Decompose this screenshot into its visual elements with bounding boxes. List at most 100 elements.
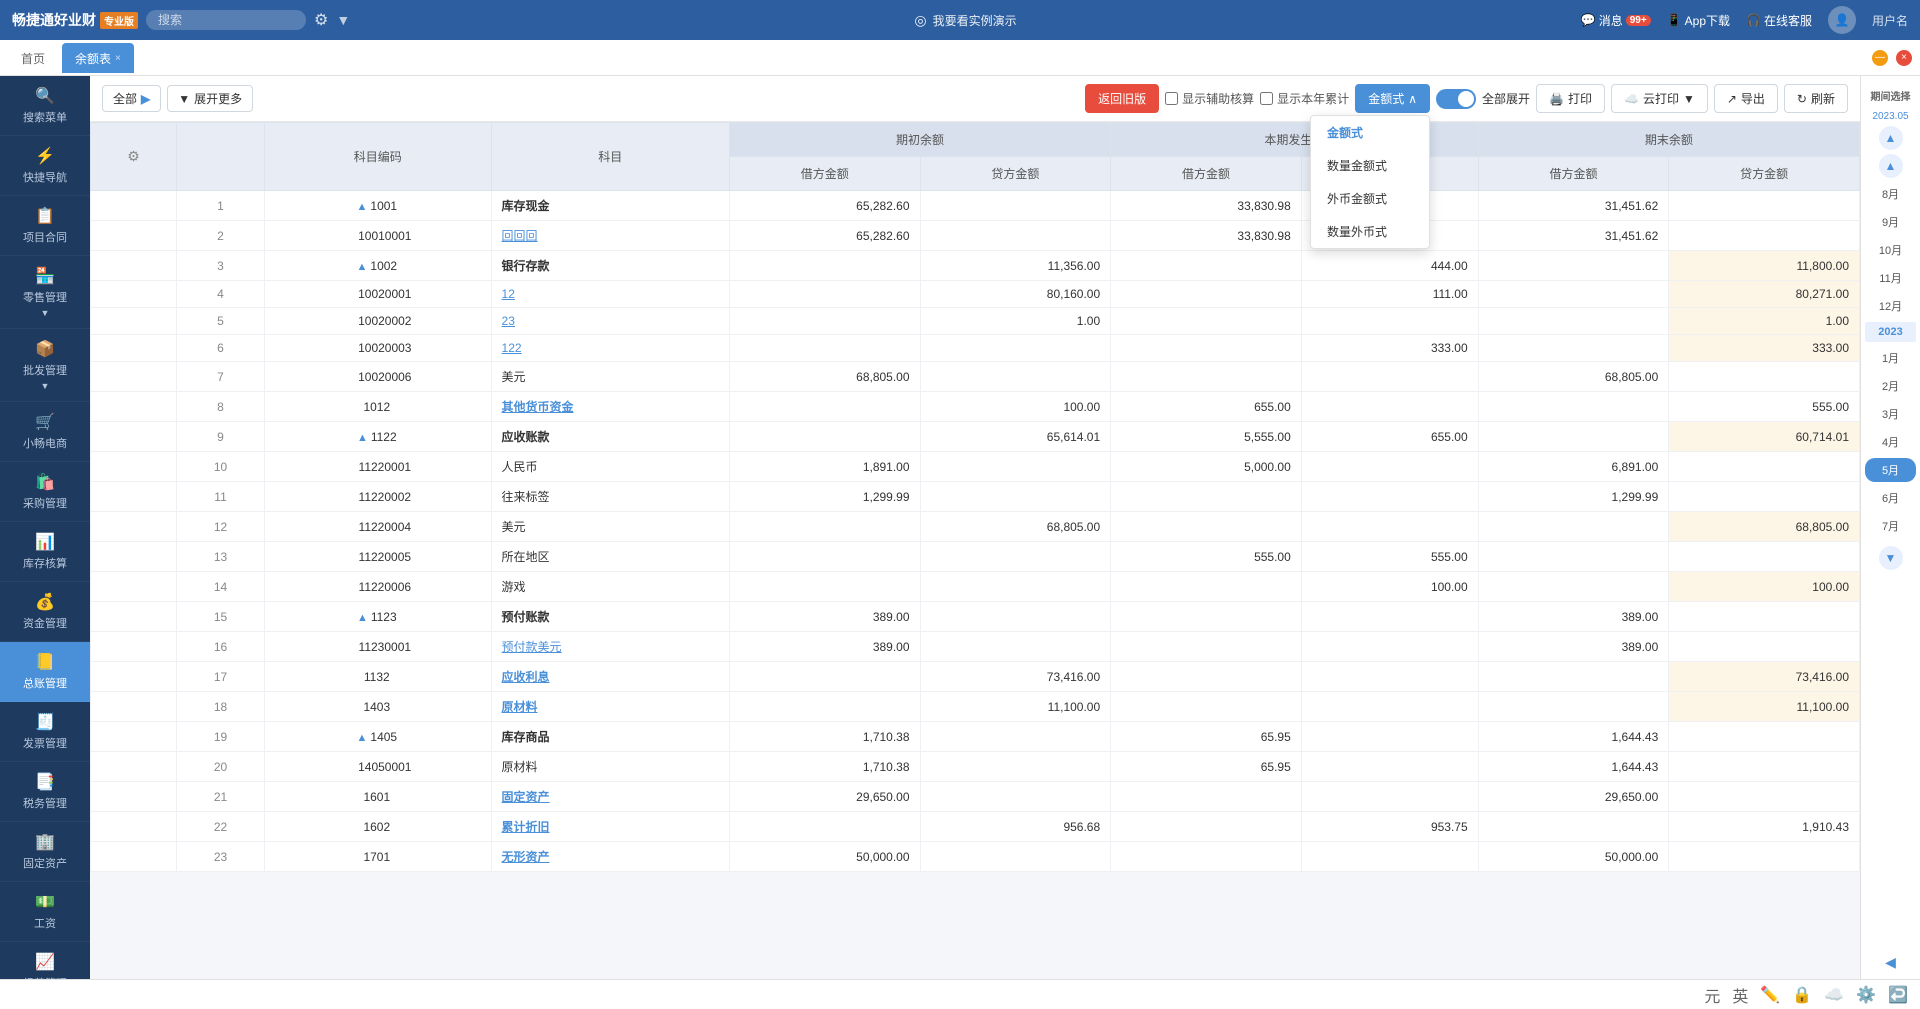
sidebar-item-quick-nav[interactable]: ⚡ 快捷导航	[0, 136, 90, 196]
undo-icon[interactable]: ↩️	[1888, 985, 1908, 1005]
sidebar-item-inventory[interactable]: 📊 库存核算	[0, 522, 90, 582]
lang-icon[interactable]: 英	[1732, 983, 1748, 1007]
message-btn[interactable]: 💬 消息 99+	[1581, 12, 1651, 29]
period-mar[interactable]: 3月	[1865, 402, 1916, 426]
subject-code: 1701	[265, 842, 492, 872]
subject-name[interactable]: 回回回	[491, 221, 729, 251]
settings-icon[interactable]: ⚙	[314, 10, 328, 30]
top-search-input[interactable]	[146, 10, 306, 30]
tab-close-icon[interactable]: ×	[115, 53, 121, 64]
demo-link[interactable]: ◎ 我要看实例演示	[914, 12, 1016, 29]
cloud-print-btn[interactable]: ☁️ 云打印 ▼	[1611, 84, 1708, 113]
period-2023[interactable]: 2023	[1865, 322, 1916, 342]
sidebar-item-ecomm[interactable]: 🛒 小畅电商	[0, 402, 90, 462]
config-icon[interactable]: ⚙️	[1856, 985, 1876, 1005]
amount-cell	[729, 281, 920, 308]
sidebar-item-operations[interactable]: 📈 经营管理	[0, 942, 90, 979]
sidebar-item-accounting[interactable]: 📒 总账管理	[0, 642, 90, 702]
top-bar-right: 💬 消息 99+ 📱 App下载 🎧 在线客服 👤 用户名	[1581, 6, 1908, 34]
amount-cell	[1478, 692, 1669, 722]
subject-name[interactable]: 应收利息	[491, 662, 729, 692]
period-nav-up[interactable]: ▲	[1879, 126, 1903, 150]
period-nov[interactable]: 11月	[1865, 266, 1916, 290]
amount-cell	[1301, 662, 1478, 692]
amount-cell: 80,271.00	[1669, 281, 1860, 308]
yuan-icon[interactable]: 元	[1704, 983, 1720, 1007]
amount-style-btn[interactable]: 金额式 ∧	[1355, 84, 1430, 113]
print-btn[interactable]: 🖨️ 打印	[1536, 84, 1605, 113]
sidebar-item-wholesale[interactable]: 📦 批发管理 ▼	[0, 329, 90, 402]
col-settings-header[interactable]: ⚙	[91, 123, 177, 191]
sidebar-item-search-menu[interactable]: 🔍 搜索菜单	[0, 76, 90, 136]
dropdown-item-amount[interactable]: 金额式	[1311, 116, 1429, 149]
sidebar-item-project[interactable]: 📋 项目合同	[0, 196, 90, 256]
lock-icon[interactable]: 🔒	[1792, 985, 1812, 1005]
subject-name[interactable]: 其他货币资金	[491, 392, 729, 422]
sidebar-item-tax[interactable]: 📑 税务管理	[0, 762, 90, 822]
period-oct[interactable]: 10月	[1865, 238, 1916, 262]
sidebar-item-label: 税务管理	[23, 795, 67, 811]
period-nav-up2[interactable]: ▲	[1879, 154, 1903, 178]
sidebar-item-salary[interactable]: 💵 工资	[0, 882, 90, 942]
user-avatar[interactable]: 👤	[1828, 6, 1856, 34]
col-end-debit-header: 借方金额	[1478, 157, 1669, 191]
subject-name[interactable]: 预付款美元	[491, 632, 729, 662]
show-assist-input[interactable]	[1165, 92, 1178, 105]
cloud-icon[interactable]: ☁️	[1824, 985, 1844, 1005]
period-aug[interactable]: 8月	[1865, 182, 1916, 206]
period-nav-down[interactable]: ▼	[1879, 546, 1903, 570]
panel-collapse-btn[interactable]: ◀	[1885, 954, 1896, 971]
close-btn[interactable]: ×	[1896, 50, 1912, 66]
minimize-btn[interactable]: —	[1872, 50, 1888, 66]
period-jul[interactable]: 7月	[1865, 514, 1916, 538]
amount-cell	[1111, 308, 1302, 335]
dropdown-item-foreign-amount[interactable]: 外币金额式	[1311, 182, 1429, 215]
period-apr[interactable]: 4月	[1865, 430, 1916, 454]
app-download-btn[interactable]: 📱 App下载	[1667, 12, 1730, 29]
expand-all-toggle[interactable]	[1436, 89, 1476, 109]
expand-more-btn[interactable]: ▼ 展开更多	[167, 85, 253, 112]
return-old-btn[interactable]: 返回旧版	[1085, 84, 1159, 113]
export-btn[interactable]: ↗ 导出	[1714, 84, 1778, 113]
period-dec[interactable]: 12月	[1865, 294, 1916, 318]
table-row: 1211220004美元68,805.0068,805.00	[91, 512, 1860, 542]
service-btn[interactable]: 🎧 在线客服	[1746, 12, 1812, 29]
all-filter-btn[interactable]: 全部 ▶	[102, 85, 161, 112]
subject-name[interactable]: 122	[491, 335, 729, 362]
col-settings-icon[interactable]: ⚙	[127, 148, 140, 164]
subject-name[interactable]: 累计折旧	[491, 812, 729, 842]
sidebar-item-invoice[interactable]: 🧾 发票管理	[0, 702, 90, 762]
subject-name[interactable]: 12	[491, 281, 729, 308]
period-jan[interactable]: 1月	[1865, 346, 1916, 370]
sidebar-item-capital[interactable]: 💰 资金管理	[0, 582, 90, 642]
row-number: 22	[177, 812, 265, 842]
period-feb[interactable]: 2月	[1865, 374, 1916, 398]
tab-home[interactable]: 首页	[8, 43, 58, 73]
amount-cell: 389.00	[729, 602, 920, 632]
period-jun[interactable]: 6月	[1865, 486, 1916, 510]
subject-name[interactable]: 无形资产	[491, 842, 729, 872]
sidebar-item-purchase[interactable]: 🛍️ 采购管理	[0, 462, 90, 522]
subject-name[interactable]: 固定资产	[491, 782, 729, 812]
sidebar-item-retail[interactable]: 🏪 零售管理 ▼	[0, 256, 90, 329]
amount-cell	[1478, 812, 1669, 842]
export-icon: ↗	[1727, 92, 1737, 106]
period-may[interactable]: 5月	[1865, 458, 1916, 482]
refresh-btn[interactable]: ↻ 刷新	[1784, 84, 1848, 113]
period-sep[interactable]: 9月	[1865, 210, 1916, 234]
dropdown-arrow[interactable]: ▼	[336, 12, 350, 28]
show-ytd-input[interactable]	[1260, 92, 1273, 105]
sidebar-item-label: 经营管理	[23, 975, 67, 979]
show-assist-checkbox[interactable]: 显示辅助核算	[1165, 90, 1254, 107]
row-number: 11	[177, 482, 265, 512]
sidebar-item-fixed-assets[interactable]: 🏢 固定资产	[0, 822, 90, 882]
dropdown-item-qty-foreign[interactable]: 数量外币式	[1311, 215, 1429, 248]
dropdown-item-qty-amount[interactable]: 数量金额式	[1311, 149, 1429, 182]
tab-balance-sheet[interactable]: 余额表 ×	[62, 43, 134, 73]
show-ytd-checkbox[interactable]: 显示本年累计	[1260, 90, 1349, 107]
subject-name: 银行存款	[491, 251, 729, 281]
edit-icon[interactable]: ✏️	[1760, 985, 1780, 1005]
subject-name[interactable]: 原材料	[491, 692, 729, 722]
subject-name[interactable]: 23	[491, 308, 729, 335]
amount-cell: 5,000.00	[1111, 452, 1302, 482]
